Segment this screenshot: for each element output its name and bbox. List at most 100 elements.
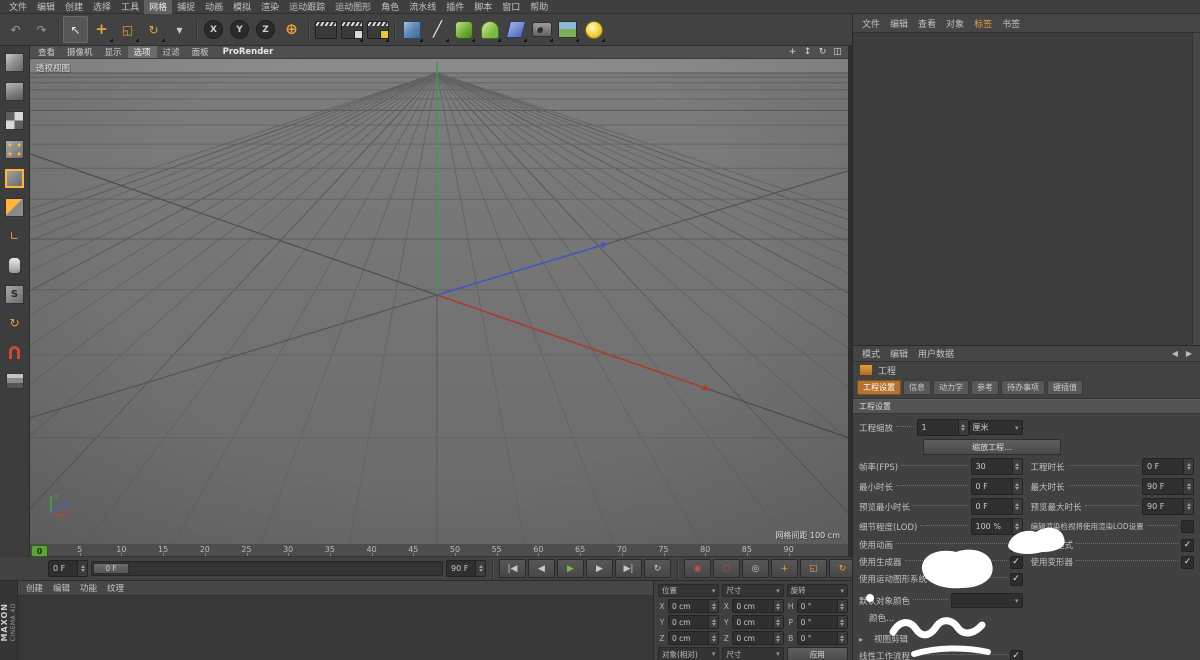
value-field[interactable]: 90 F (1142, 498, 1194, 515)
menu-prorender[interactable]: ProRender (217, 46, 280, 58)
menubar-item[interactable]: 文件 (4, 0, 32, 14)
normal-move-button[interactable] (3, 253, 27, 277)
checkbox[interactable]: ✓ (1009, 572, 1023, 586)
back-icon[interactable]: ◀ (1168, 348, 1182, 360)
rotate-tool-button[interactable]: ↻ (141, 16, 166, 43)
perspective-viewport[interactable]: 透视视图 网格间距 100 cm Y X Z (30, 59, 848, 544)
toggle-layout-icon[interactable]: ◫ (831, 47, 844, 58)
next-frame-button[interactable]: ▶ (586, 559, 613, 578)
previous-frame-button[interactable]: ◀ (528, 559, 555, 578)
menubar-item[interactable]: 帮助 (525, 0, 553, 14)
viewport-menu-item[interactable]: 查看 (32, 46, 61, 58)
lock-z-axis-button[interactable]: Z (253, 16, 278, 43)
menubar-item[interactable]: 渲染 (256, 0, 284, 14)
forward-icon[interactable]: ▶ (1182, 348, 1196, 360)
timeline-slider[interactable]: 0 F (91, 561, 443, 576)
coord-value-field[interactable]: 0 cm (668, 631, 720, 645)
value-field[interactable]: 90 F (1142, 478, 1194, 495)
coord-spinner[interactable] (772, 616, 783, 628)
object-manager-menu-item[interactable]: 查看 (913, 16, 941, 31)
coord-value-field[interactable]: 0 cm (732, 615, 784, 629)
workplane-button[interactable] (3, 369, 27, 393)
apply-button[interactable]: 应用 (786, 647, 848, 660)
generators-button[interactable] (477, 16, 502, 43)
field-spinner[interactable] (1183, 479, 1193, 494)
object-manager-menu-item[interactable]: 书签 (997, 16, 1025, 31)
current-frame-field[interactable]: 0 F (48, 560, 88, 577)
record-position-button[interactable]: + (771, 559, 798, 578)
menubar-item[interactable]: 运动跟踪 (284, 0, 330, 14)
render-view-button[interactable] (313, 16, 338, 43)
attribute-tab[interactable]: 参考 (971, 380, 999, 395)
viewport-menu-item[interactable]: 过滤 (157, 46, 186, 58)
attribute-section-header[interactable]: 工程设置 (853, 399, 1200, 414)
field-spinner[interactable] (1183, 499, 1193, 514)
coordinate-system-button[interactable]: ⊕ (279, 16, 304, 43)
value-field[interactable]: 0 F (970, 478, 1023, 495)
lock-y-axis-button[interactable]: Y (227, 16, 252, 43)
material-menu-item[interactable]: 功能 (75, 582, 102, 594)
coord-size-dropdown[interactable]: 尺寸 ▾ (722, 647, 784, 660)
texture-mode-button[interactable] (3, 108, 27, 132)
checkbox[interactable]: ✓ (1009, 555, 1023, 569)
autokeying-button[interactable]: ○ (713, 559, 740, 578)
spline-pen-button[interactable]: ╱ (425, 16, 450, 43)
polygon-mode-button[interactable] (3, 195, 27, 219)
default-color-dropdown[interactable]: ▾ (950, 593, 1023, 608)
frame-spinner[interactable] (77, 561, 87, 576)
last-used-tool-button[interactable]: ▾ (167, 16, 192, 43)
menubar-item[interactable]: 编辑 (32, 0, 60, 14)
record-scale-button[interactable]: ◱ (800, 559, 827, 578)
coord-spinner[interactable] (772, 632, 783, 644)
coord-spinner[interactable] (708, 616, 719, 628)
coord-spinner[interactable] (772, 600, 783, 612)
coord-spinner[interactable] (836, 600, 847, 612)
expand-triangle-icon[interactable]: ▸ (859, 635, 863, 644)
field-spinner[interactable] (1011, 499, 1022, 514)
end-frame-field[interactable]: 90 F (446, 560, 486, 577)
edge-mode-button[interactable] (3, 166, 27, 190)
record-keyframe-button[interactable]: ◉ (684, 559, 711, 578)
edit-render-settings-button[interactable] (365, 16, 390, 43)
timeline-slider-handle[interactable]: 0 F (93, 563, 129, 574)
coord-header[interactable]: 尺寸 ▾ (722, 584, 784, 597)
attribute-tab[interactable]: 动力学 (933, 380, 969, 395)
project-scale-field[interactable]: 1 (916, 419, 969, 436)
object-manager-menu-item[interactable]: 编辑 (885, 16, 913, 31)
camera-button[interactable] (529, 16, 554, 43)
live-selection-button[interactable]: ↖ (63, 16, 88, 43)
play-button[interactable]: ▶ (557, 559, 584, 578)
coord-spinner[interactable] (836, 632, 847, 644)
checkbox[interactable]: ✓ (1181, 555, 1194, 569)
rotate-workplane-button[interactable]: ↻ (3, 311, 27, 335)
field-spinner[interactable] (1011, 479, 1022, 494)
menubar-item[interactable]: 模拟 (228, 0, 256, 14)
menubar-item[interactable]: 网格 (144, 0, 173, 14)
value-field[interactable]: 0 F (1142, 458, 1194, 475)
rotate-view-icon[interactable]: ↻ (816, 47, 829, 58)
coord-spinner[interactable] (836, 616, 847, 628)
render-to-picture-viewer-button[interactable] (339, 16, 364, 43)
view-label[interactable]: 透视视图 (36, 62, 70, 74)
menubar-item[interactable]: 角色 (376, 0, 404, 14)
scale-tool-button[interactable]: ◱ (115, 16, 140, 43)
move-tool-button[interactable]: + (89, 16, 114, 43)
object-manager-menu-item[interactable]: 文件 (857, 16, 885, 31)
menubar-item[interactable]: 创建 (60, 0, 88, 14)
coord-spinner[interactable] (708, 600, 719, 612)
menubar-item[interactable]: 选择 (88, 0, 116, 14)
coord-value-field[interactable]: 0 cm (668, 615, 720, 629)
scale-project-button[interactable]: 缩放工程... (923, 439, 1061, 455)
object-manager-scrollbar[interactable] (1192, 33, 1200, 345)
value-field[interactable]: 30 (970, 458, 1023, 475)
coord-value-field[interactable]: 0 ° (796, 615, 848, 629)
pan-view-icon[interactable]: + (786, 47, 799, 58)
checkbox[interactable]: ✓ (1009, 649, 1023, 660)
menubar-item[interactable]: 捕捉 (172, 0, 200, 14)
menubar-item[interactable]: 流水线 (404, 0, 441, 14)
coord-value-field[interactable]: 0 ° (796, 599, 848, 613)
object-manager-list[interactable] (853, 33, 1200, 346)
checkbox[interactable]: ✓ (1009, 538, 1023, 552)
menubar-item[interactable]: 运动图形 (330, 0, 376, 14)
field-spinner[interactable] (1183, 459, 1193, 474)
